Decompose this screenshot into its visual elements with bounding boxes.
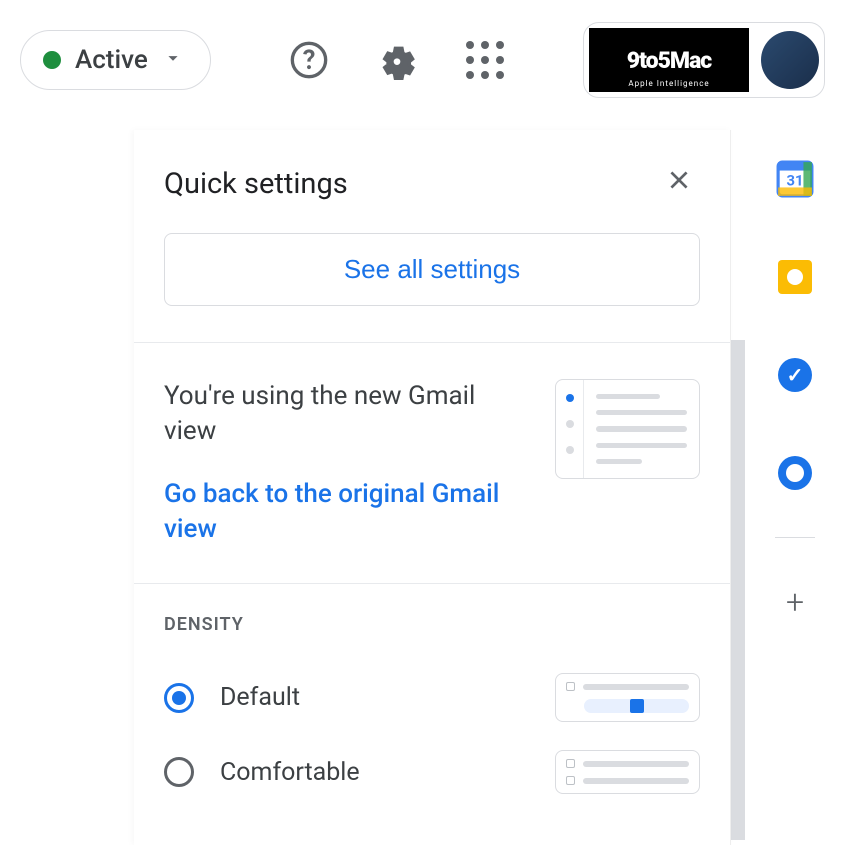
new-view-message: You're using the new Gmail view	[164, 379, 525, 449]
view-thumbnail-icon	[555, 379, 700, 479]
apps-grid-icon[interactable]	[465, 40, 505, 80]
original-view-link[interactable]: Go back to the original Gmail view	[164, 477, 525, 547]
keep-icon[interactable]	[776, 258, 814, 296]
chevron-down-icon	[162, 47, 184, 73]
topbar-icons	[289, 40, 505, 80]
panel-title: Quick settings	[164, 167, 348, 201]
scrollbar[interactable]	[731, 130, 745, 845]
density-label: Comfortable	[220, 758, 529, 787]
calendar-icon[interactable]: 31	[776, 160, 814, 198]
brand-thumbnail: 9to5Mac Apple Intelligence	[589, 28, 749, 92]
radio-unselected-icon	[164, 757, 194, 787]
account-switcher[interactable]: 9to5Mac Apple Intelligence	[583, 22, 825, 98]
gear-icon[interactable]	[377, 40, 417, 80]
close-icon[interactable]	[658, 158, 700, 209]
density-option-default[interactable]: Default	[164, 659, 700, 736]
svg-text:31: 31	[787, 171, 804, 189]
density-comfortable-thumbnail-icon	[555, 750, 700, 794]
status-dot-icon	[43, 51, 61, 69]
side-panel: 31 +	[745, 130, 845, 845]
density-default-thumbnail-icon	[555, 673, 700, 722]
contacts-icon[interactable]	[776, 454, 814, 492]
divider	[134, 583, 730, 584]
density-option-comfortable[interactable]: Comfortable	[164, 736, 700, 808]
avatar[interactable]	[761, 31, 819, 89]
quick-settings-panel: Quick settings See all settings You're u…	[134, 130, 731, 845]
scrollbar-thumb[interactable]	[731, 340, 745, 840]
status-label: Active	[75, 45, 148, 75]
add-icon[interactable]: +	[776, 583, 814, 621]
divider	[775, 537, 815, 538]
density-heading: DENSITY	[164, 614, 700, 635]
help-icon[interactable]	[289, 40, 329, 80]
see-all-settings-button[interactable]: See all settings	[164, 233, 700, 306]
radio-selected-icon	[164, 683, 194, 713]
status-chip[interactable]: Active	[20, 30, 211, 90]
density-label: Default	[220, 683, 529, 712]
top-bar: Active 9to5Mac Apple Intelligence	[0, 0, 845, 98]
tasks-icon[interactable]	[776, 356, 814, 394]
